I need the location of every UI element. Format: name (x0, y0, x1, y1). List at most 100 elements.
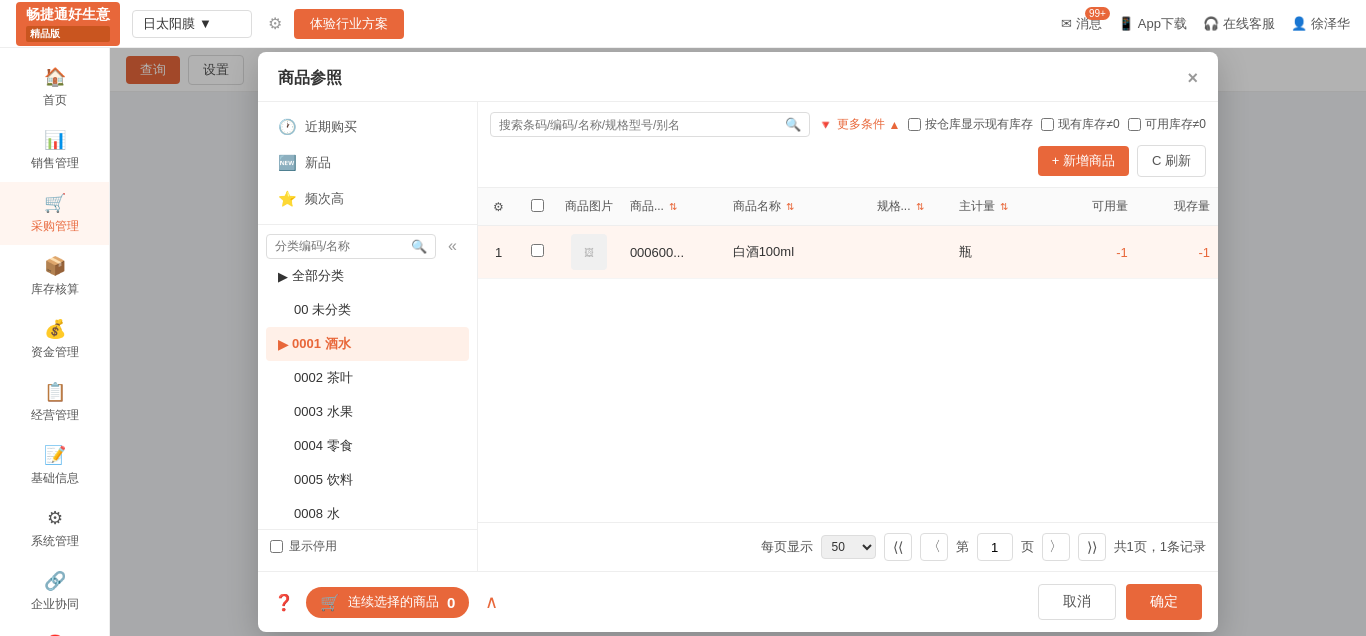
th-code[interactable]: 商品... ⇅ (622, 188, 725, 226)
show-disabled-checkbox[interactable] (270, 540, 283, 553)
collab-icon: 🔗 (44, 570, 66, 592)
product-table: ⚙ 商品图片 (478, 188, 1218, 279)
gear-icon[interactable]: ⚙ (268, 14, 282, 33)
sidebar-item-guide[interactable]: 🎯 新手引导 (0, 623, 109, 636)
app-logo: 畅捷通好生意 精品版 (16, 2, 120, 46)
sidebar-label-inventory: 库存核算 (31, 281, 79, 298)
checkbox-stock-nz-input[interactable] (1041, 118, 1054, 131)
sidebar-item-purchase[interactable]: 🛒 采购管理 (0, 182, 109, 245)
sidebar-item-inventory[interactable]: 📦 库存核算 (0, 245, 109, 308)
modal-tab-new[interactable]: 🆕 新品 (266, 146, 469, 180)
category-fruit-label: 0003 水果 (278, 403, 353, 421)
sort-name-icon[interactable]: ⇅ (786, 201, 794, 212)
sidebar-item-collab[interactable]: 🔗 企业协同 (0, 560, 109, 623)
sort-unit-icon[interactable]: ⇅ (1000, 201, 1008, 212)
prev-page-button[interactable]: 〈 (920, 533, 948, 561)
app-download[interactable]: 📱 App下载 (1118, 15, 1187, 33)
operations-icon: 📋 (44, 381, 66, 403)
th-name-label: 商品名称 (733, 199, 781, 213)
category-liquor[interactable]: ▶ 0001 酒水 (266, 327, 469, 361)
checkbox-stock-nz-label: 现有库存≠0 (1058, 116, 1119, 133)
user-profile[interactable]: 👤 徐泽华 (1291, 15, 1350, 33)
sidebar-label-basic: 基础信息 (31, 470, 79, 487)
sidebar-item-system[interactable]: ⚙ 系统管理 (0, 497, 109, 560)
confirm-button[interactable]: 确定 (1126, 584, 1202, 620)
inventory-icon: 📦 (44, 255, 66, 277)
message-badge[interactable]: ✉ 消息 99+ (1061, 15, 1102, 33)
category-unclassified-label: 00 未分类 (278, 301, 351, 319)
category-unclassified[interactable]: 00 未分类 (266, 293, 469, 327)
category-fruit[interactable]: 0003 水果 (266, 395, 469, 429)
cancel-button[interactable]: 取消 (1038, 584, 1116, 620)
message-count: 99+ (1085, 7, 1110, 20)
new-icon: 🆕 (278, 154, 297, 172)
checkbox-avail-nz: 可用库存≠0 (1128, 116, 1206, 133)
th-avail-label: 可用量 (1092, 199, 1128, 213)
row-spec (869, 226, 951, 279)
basic-icon: 📝 (44, 444, 66, 466)
left-divider (258, 224, 477, 225)
sidebar-item-basic[interactable]: 📝 基础信息 (0, 434, 109, 497)
sidebar-item-operations[interactable]: 📋 经营管理 (0, 371, 109, 434)
modal-tab-frequent[interactable]: ⭐ 频次高 (266, 182, 469, 216)
category-liquor-label: 0001 酒水 (292, 335, 351, 353)
th-name[interactable]: 商品名称 ⇅ (725, 188, 869, 226)
settings-icon[interactable]: ⚙ (493, 200, 504, 214)
sidebar-item-sales[interactable]: 📊 销售管理 (0, 119, 109, 182)
filter-icon: 🔻 (818, 118, 833, 132)
sidebar-label-system: 系统管理 (31, 533, 79, 550)
checkbox-avail-nz-input[interactable] (1128, 118, 1141, 131)
first-page-button[interactable]: ⟨⟨ (884, 533, 912, 561)
add-product-button[interactable]: + 新增商品 (1038, 146, 1129, 176)
sidebar-item-home[interactable]: 🏠 首页 (0, 56, 109, 119)
exp-button[interactable]: 体验行业方案 (294, 9, 404, 39)
last-page-button[interactable]: ⟩⟩ (1078, 533, 1106, 561)
download-icon: 📱 (1118, 16, 1134, 31)
category-snack[interactable]: 0004 零食 (266, 429, 469, 463)
modal-toolbar: 🔍 🔻 更多条件 ▲ 按仓库显示现有库存 (478, 102, 1218, 188)
download-label: App下载 (1138, 15, 1187, 33)
category-tea[interactable]: 0002 茶叶 (266, 361, 469, 395)
th-unit[interactable]: 主计量 ⇅ (951, 188, 1033, 226)
category-beverage[interactable]: 0005 饮料 (266, 463, 469, 497)
search-icon[interactable]: 🔍 (785, 117, 801, 132)
page-number-input[interactable] (977, 533, 1013, 561)
modal-tab-recent[interactable]: 🕐 近期购买 (266, 110, 469, 144)
help-icon[interactable]: ❓ (274, 593, 294, 612)
category-search-input[interactable] (275, 239, 407, 253)
image-icon: 🖼 (584, 247, 594, 258)
frequent-icon: ⭐ (278, 190, 297, 208)
th-spec[interactable]: 规格... ⇅ (869, 188, 951, 226)
checkbox-warehouse-input[interactable] (908, 118, 921, 131)
cart-section[interactable]: 🛒 连续选择的商品 0 (306, 587, 469, 618)
modal-footer: ❓ 🛒 连续选择的商品 0 ∧ 取消 确定 (258, 571, 1218, 632)
per-page-select[interactable]: 50 10 20 100 (821, 535, 876, 559)
recent-icon: 🕐 (278, 118, 297, 136)
cart-icon: 🛒 (320, 593, 340, 612)
modal-close-button[interactable]: × (1187, 68, 1198, 89)
store-selector[interactable]: 日太阳膜 ▼ (132, 10, 252, 38)
row-checkbox[interactable] (531, 244, 544, 257)
product-search-input[interactable] (499, 118, 781, 132)
refresh-button[interactable]: C 刷新 (1137, 145, 1206, 177)
select-all-checkbox[interactable] (531, 199, 544, 212)
next-page-button[interactable]: 〉 (1042, 533, 1070, 561)
filter-chevron-icon: ▲ (889, 118, 901, 132)
category-all[interactable]: ▶ 全部分类 (266, 259, 469, 293)
category-water[interactable]: 0008 水 (266, 497, 469, 529)
pagination: 每页显示 50 10 20 100 ⟨⟨ 〈 第 页 (478, 522, 1218, 571)
page-word2: 页 (1021, 538, 1034, 556)
row-avail: -1 (1033, 226, 1136, 279)
table-row[interactable]: 1 🖼 (478, 226, 1218, 279)
filter-button[interactable]: 🔻 更多条件 ▲ (818, 116, 901, 133)
category-search-icon[interactable]: 🔍 (411, 239, 427, 254)
th-image-label: 商品图片 (565, 199, 613, 213)
filter-label: 更多条件 (837, 116, 885, 133)
collapse-footer-icon[interactable]: ∧ (485, 591, 498, 613)
sort-code-icon[interactable]: ⇅ (669, 201, 677, 212)
sort-spec-icon[interactable]: ⇅ (916, 201, 924, 212)
online-service[interactable]: 🎧 在线客服 (1203, 15, 1275, 33)
sidebar-label-finance: 资金管理 (31, 344, 79, 361)
collapse-left-button[interactable]: « (444, 233, 461, 259)
sidebar-item-finance[interactable]: 💰 资金管理 (0, 308, 109, 371)
